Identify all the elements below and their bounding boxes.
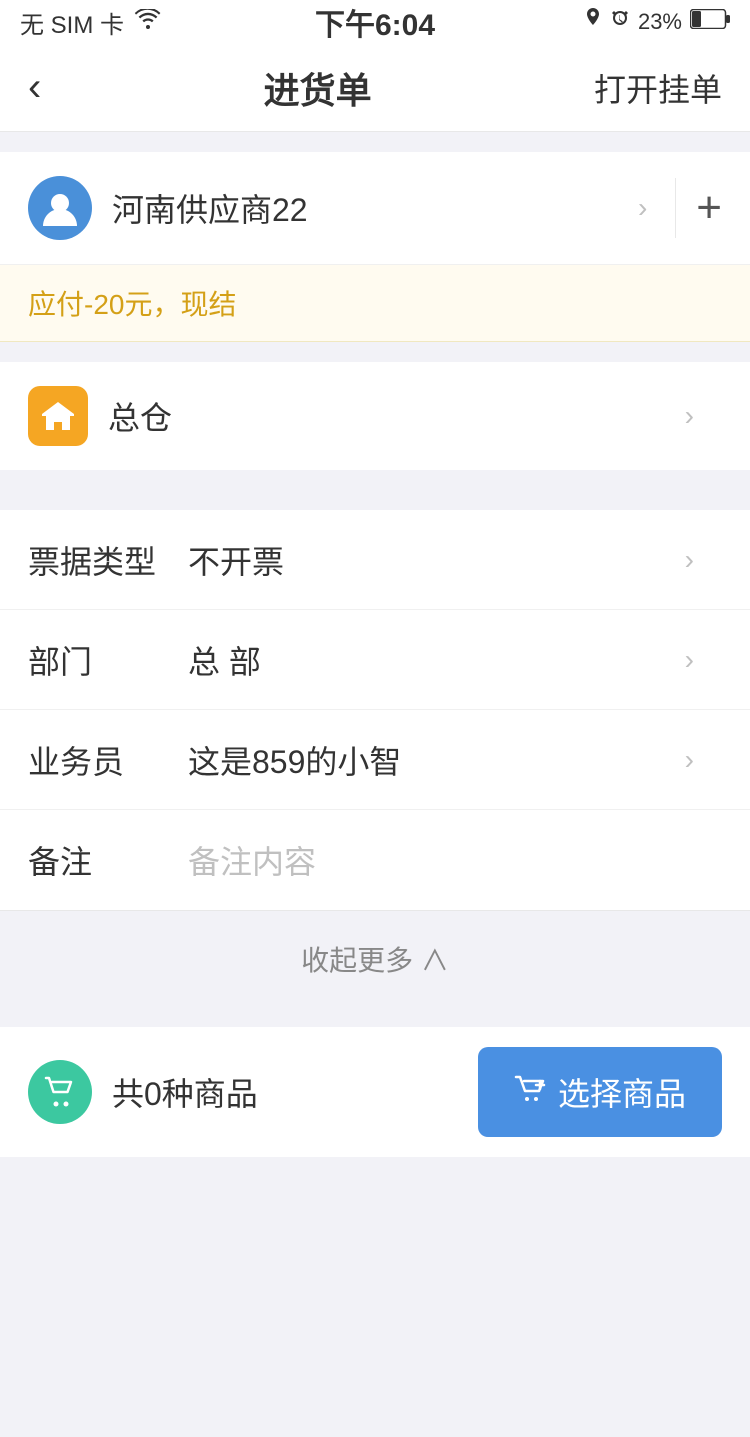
back-button[interactable]: ‹ xyxy=(28,65,41,110)
battery-label: 23% xyxy=(638,9,682,35)
divider-1 xyxy=(0,342,750,362)
supplier-section: 河南供应商22 › + 应付-20元，现结 xyxy=(0,152,750,342)
supplier-notice: 应付-20元，现结 xyxy=(0,265,750,342)
dept-label: 部门 xyxy=(28,637,168,683)
product-count: 共0种商品 xyxy=(112,1069,478,1115)
supplier-name: 河南供应商22 xyxy=(112,185,638,231)
location-icon xyxy=(584,8,602,36)
alarm-icon xyxy=(610,9,630,35)
home-icon xyxy=(40,398,76,434)
divider-2 xyxy=(0,470,750,490)
select-product-button[interactable]: 选择商品 xyxy=(478,1047,722,1137)
status-right: 23% xyxy=(584,8,730,36)
carrier-label: 无 SIM 卡 xyxy=(20,5,124,40)
sales-row[interactable]: 业务员 这是859的小智 › xyxy=(0,710,750,810)
warehouse-row[interactable]: 总仓 › xyxy=(0,362,750,470)
status-bar: 无 SIM 卡 下午6:04 23% xyxy=(0,0,750,44)
remark-label: 备注 xyxy=(28,837,168,883)
top-divider xyxy=(0,132,750,152)
bottom-bar: 共0种商品 选择商品 xyxy=(0,1027,750,1157)
sales-value: 这是859的小智 xyxy=(168,737,685,783)
add-cart-icon xyxy=(514,1075,546,1103)
open-pending-button[interactable]: 打开挂单 xyxy=(594,65,722,111)
warehouse-icon xyxy=(28,386,88,446)
sales-chevron-icon: › xyxy=(685,744,694,776)
invoice-label: 票据类型 xyxy=(28,537,168,583)
select-product-label: 选择商品 xyxy=(558,1069,686,1115)
invoice-value: 不开票 xyxy=(168,537,685,583)
dept-chevron-icon: › xyxy=(685,644,694,676)
wifi-icon xyxy=(134,8,162,36)
invoice-row[interactable]: 票据类型 不开票 › xyxy=(0,510,750,610)
collapse-bar[interactable]: 收起更多 ∧ xyxy=(0,910,750,1007)
warehouse-section: 总仓 › xyxy=(0,362,750,470)
dept-value: 总 部 xyxy=(168,637,685,683)
status-left: 无 SIM 卡 xyxy=(20,5,162,40)
sales-label: 业务员 xyxy=(28,737,168,783)
supplier-chevron-icon: › xyxy=(638,192,647,224)
remark-input[interactable]: 备注内容 xyxy=(168,837,722,883)
battery-icon xyxy=(690,9,730,35)
dept-row[interactable]: 部门 总 部 › xyxy=(0,610,750,710)
nav-bar: ‹ 进货单 打开挂单 xyxy=(0,44,750,132)
add-supplier-button[interactable]: + xyxy=(675,178,722,238)
supplier-row[interactable]: 河南供应商22 › + xyxy=(0,152,750,265)
warehouse-name: 总仓 xyxy=(108,393,685,439)
page-title: 进货单 xyxy=(264,62,372,114)
remark-row[interactable]: 备注 备注内容 xyxy=(0,810,750,910)
select-product-icon xyxy=(514,1073,546,1112)
cart-icon xyxy=(42,1074,78,1110)
supplier-avatar xyxy=(28,176,92,240)
product-icon xyxy=(28,1060,92,1124)
user-icon xyxy=(40,188,80,228)
invoice-chevron-icon: › xyxy=(685,544,694,576)
form-section: 票据类型 不开票 › 部门 总 部 › 业务员 这是859的小智 › 备注 备注… xyxy=(0,510,750,910)
warehouse-chevron-icon: › xyxy=(685,400,694,432)
status-time: 下午6:04 xyxy=(315,0,435,44)
page-fill xyxy=(0,1157,750,1437)
